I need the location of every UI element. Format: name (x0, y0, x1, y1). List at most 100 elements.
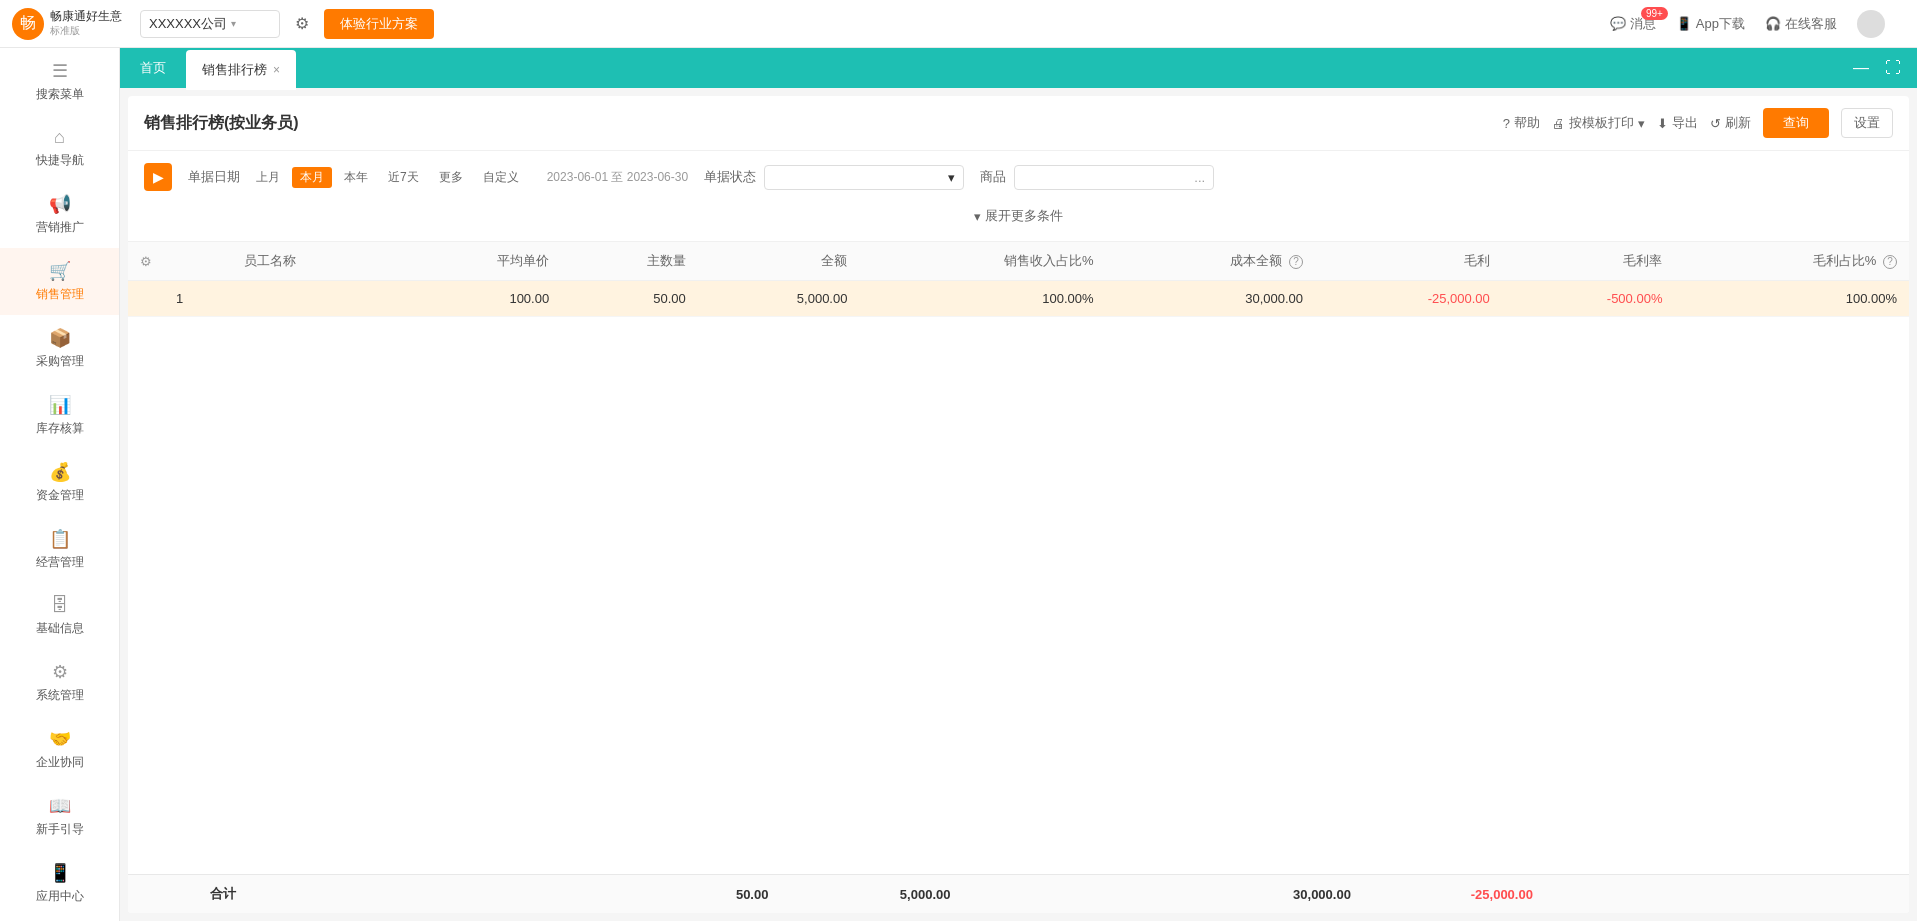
filter-goods: 商品 ... (980, 165, 1214, 190)
online-service-button[interactable]: 🎧 在线客服 (1765, 15, 1837, 33)
row-amount: 5,000.00 (698, 281, 860, 317)
help-button[interactable]: ? 帮助 (1503, 114, 1540, 132)
col-salespct-header: 销售收入占比% (859, 242, 1105, 281)
enterprise-icon: 🤝 (49, 728, 71, 750)
expand-filter-button[interactable]: ▾ 展开更多条件 (958, 203, 1079, 229)
date-tab-more[interactable]: 更多 (431, 167, 471, 188)
company-selector[interactable]: XXXXXX公司 ▾ (140, 10, 280, 38)
date-tab-7days[interactable]: 近7天 (380, 167, 427, 188)
date-tab-thismonth[interactable]: 本月 (292, 167, 332, 188)
col-profitpct-header: 毛利占比% ? (1674, 242, 1909, 281)
tab-label: 销售排行榜 (202, 61, 267, 79)
row-index: 1 (164, 281, 232, 317)
tab-sales-rank[interactable]: 销售排行榜 × (186, 50, 296, 90)
row-profit: -25,000.00 (1315, 281, 1502, 317)
sidebar-item-operations[interactable]: 📋 经营管理 (0, 516, 119, 583)
col-cost-header: 成本全额 ? (1106, 242, 1315, 281)
filter-arrow-icon[interactable]: ▶ (144, 163, 172, 191)
row-avgprice: 100.00 (396, 281, 561, 317)
filter-status: 单据状态 ▾ (704, 165, 964, 190)
content-area: 首页 销售排行榜 × — ⛶ 销售排行榜(按业务员) ? 帮助 (120, 48, 1917, 921)
footer-amount: 5,000.00 (780, 875, 962, 913)
sidebar-item-quicknav[interactable]: ⌂ 快捷导航 (0, 115, 119, 181)
date-tab-lastmonth[interactable]: 上月 (248, 167, 288, 188)
row-cost: 30,000.00 (1106, 281, 1315, 317)
filter-date-range: 2023-06-01 至 2023-06-30 (543, 169, 688, 186)
col-index (164, 242, 232, 281)
sidebar-item-finance[interactable]: 💰 资金管理 (0, 449, 119, 516)
basic-info-icon: 🗄 (51, 595, 69, 616)
footer-profitrate (1545, 875, 1727, 913)
cost-info-icon[interactable]: ? (1289, 255, 1303, 269)
data-table: ⚙ 员工名称 平均单价 主数量 全额 销售收入占比% 成本全额 ? 毛利 (128, 242, 1909, 317)
tab-minimize-button[interactable]: — (1849, 56, 1873, 80)
status-label: 单据状态 (704, 168, 756, 186)
status-select[interactable]: ▾ (764, 165, 964, 190)
row-profitpct: 100.00% (1674, 281, 1909, 317)
date-tab-custom[interactable]: 自定义 (475, 167, 527, 188)
footer-profitpct (1727, 875, 1909, 913)
col-profitrate-header: 毛利率 (1502, 242, 1675, 281)
export-button[interactable]: ⬇ 导出 (1657, 114, 1698, 132)
date-range-text: 2023-06-01 至 2023-06-30 (547, 169, 688, 186)
tab-close-icon[interactable]: × (273, 63, 280, 77)
sidebar-item-system[interactable]: ⚙ 系统管理 (0, 649, 119, 716)
sidebar-item-inventory[interactable]: 📊 库存核算 (0, 382, 119, 449)
date-tab-thisyear[interactable]: 本年 (336, 167, 376, 188)
headset-icon: 🎧 (1765, 16, 1781, 31)
sidebar-item-guide[interactable]: 📖 新手引导 (0, 783, 119, 850)
footer-table: 合计 50.00 5,000.00 30,000.00 -25,000.00 (128, 875, 1909, 913)
row-profitrate: -500.00% (1502, 281, 1675, 317)
footer-profit: -25,000.00 (1363, 875, 1545, 913)
header-settings-icon[interactable]: ⚙ (288, 10, 316, 38)
sidebar-item-purchase[interactable]: 📦 采购管理 (0, 315, 119, 382)
col-name-header: 员工名称 (232, 242, 397, 281)
sidebar-item-sales[interactable]: 🛒 销售管理 (0, 248, 119, 315)
sidebar-item-basic-info[interactable]: 🗄 基础信息 (0, 583, 119, 649)
page-content: 销售排行榜(按业务员) ? 帮助 🖨 按模板打印 ▾ ⬇ 导出 (128, 96, 1909, 913)
inventory-icon: 📊 (49, 394, 71, 416)
phone-icon: 📱 (1676, 16, 1692, 31)
goods-input[interactable]: ... (1014, 165, 1214, 190)
query-button[interactable]: 查询 (1763, 108, 1829, 138)
message-button[interactable]: 💬 消息 99+ (1610, 15, 1656, 33)
sidebar-item-wechat[interactable]: 💬 企业微信 (0, 917, 119, 921)
sidebar-item-enterprise[interactable]: 🤝 企业协同 (0, 716, 119, 783)
header-right: 💬 消息 99+ 📱 App下载 🎧 在线客服 (1610, 10, 1905, 38)
sidebar-item-search[interactable]: ☰ 搜索菜单 (0, 48, 119, 115)
print-button[interactable]: 🖨 按模板打印 ▾ (1552, 114, 1645, 132)
guide-icon: 📖 (49, 795, 71, 817)
date-tabs: 上月 本月 本年 近7天 更多 自定义 (248, 167, 527, 188)
tab-maximize-button[interactable]: ⛶ (1881, 56, 1905, 80)
col-settings-icon[interactable]: ⚙ (128, 242, 164, 281)
marketing-icon: 📢 (49, 193, 71, 215)
print-icon: 🖨 (1552, 116, 1565, 131)
filter-area: ▶ 单据日期 上月 本月 本年 近7天 更多 自定义 2023-0 (128, 151, 1909, 242)
settings-button[interactable]: 设置 (1841, 108, 1893, 138)
avatar[interactable] (1857, 10, 1885, 38)
table-container: ⚙ 员工名称 平均单价 主数量 全额 销售收入占比% 成本全额 ? 毛利 (128, 242, 1909, 874)
chevron-down-icon: ▾ (231, 18, 236, 29)
help-icon: ? (1503, 116, 1510, 131)
main-layout: ☰ 搜索菜单 ⌂ 快捷导航 📢 营销推广 🛒 销售管理 📦 采购管理 📊 库存核… (0, 48, 1917, 921)
system-icon: ⚙ (52, 661, 68, 683)
experience-button[interactable]: 体验行业方案 (324, 9, 434, 39)
sidebar-item-marketing[interactable]: 📢 营销推广 (0, 181, 119, 248)
footer-spacer2 (158, 875, 198, 913)
col-qty-header: 主数量 (561, 242, 698, 281)
logo-text: 畅康通好生意 标准版 (50, 9, 122, 39)
sidebar: ☰ 搜索菜单 ⌂ 快捷导航 📢 营销推广 🛒 销售管理 📦 采购管理 📊 库存核… (0, 48, 120, 921)
goods-more-icon[interactable]: ... (1194, 170, 1205, 185)
purchase-icon: 📦 (49, 327, 71, 349)
profitpct-info-icon[interactable]: ? (1883, 255, 1897, 269)
app-download-button[interactable]: 📱 App下载 (1676, 15, 1745, 33)
footer-cost: 30,000.00 (1181, 875, 1363, 913)
tab-home[interactable]: 首页 (120, 48, 186, 88)
export-icon: ⬇ (1657, 116, 1668, 131)
filter-date: 单据日期 上月 本月 本年 近7天 更多 自定义 (188, 167, 527, 188)
sidebar-item-apps[interactable]: 📱 应用中心 (0, 850, 119, 917)
status-chevron-icon: ▾ (948, 170, 955, 185)
refresh-button[interactable]: ↺ 刷新 (1710, 114, 1751, 132)
row-settings (128, 281, 164, 317)
refresh-icon: ↺ (1710, 116, 1721, 131)
